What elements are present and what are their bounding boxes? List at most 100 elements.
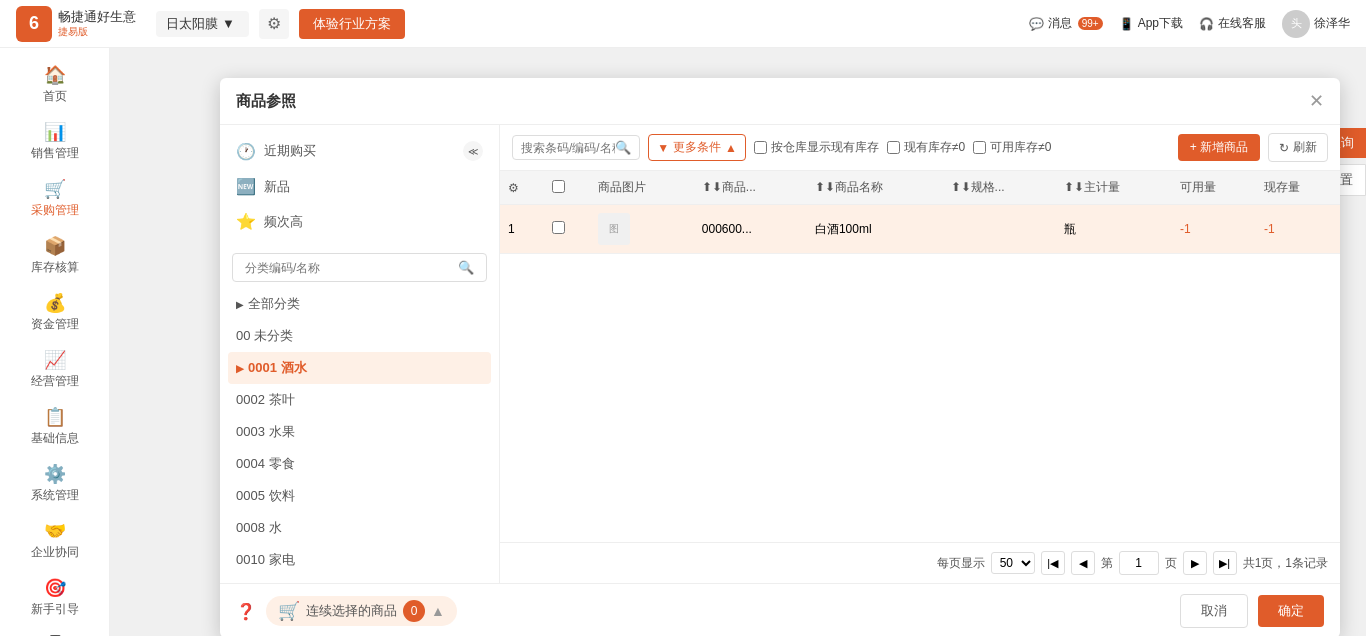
category-fruit[interactable]: 0003 水果 — [228, 416, 491, 448]
td-image: 图 — [590, 205, 693, 254]
sidebar-item-basic-info[interactable]: 📋 基础信息 — [0, 398, 109, 455]
td-code: 000600... — [694, 205, 807, 254]
last-page-button[interactable]: ▶| — [1213, 551, 1237, 575]
basic-info-icon: 📋 — [44, 406, 66, 428]
goods-table-wrap: ⚙ 商品图片 ⬆⬇商品... ⬆⬇商品名称 — [500, 171, 1340, 542]
help-icon[interactable]: ❓ — [236, 602, 256, 621]
recent-purchase-nav[interactable]: 🕐 近期购买 ≪ — [220, 133, 499, 169]
td-unit: 瓶 — [1056, 205, 1172, 254]
app-download-btn[interactable]: 📱 App下载 — [1119, 15, 1183, 32]
checkbox-available-stock[interactable]: 可用库存≠0 — [973, 139, 1051, 156]
new-icon: 🆕 — [236, 177, 256, 196]
th-available: 可用量 — [1172, 171, 1256, 205]
per-page-select[interactable]: 50 — [991, 552, 1035, 574]
checkbox-by-warehouse[interactable]: 按仓库显示现有库存 — [754, 139, 879, 156]
checkbox-current-stock[interactable]: 现有库存≠0 — [887, 139, 965, 156]
sidebar-item-home[interactable]: 🏠 首页 — [0, 56, 109, 113]
trial-button[interactable]: 体验行业方案 — [299, 9, 405, 39]
sidebar-item-purchase[interactable]: 🛒 采购管理 — [0, 170, 109, 227]
th-unit[interactable]: ⬆⬇主计量 — [1056, 171, 1172, 205]
sidebar-item-sales[interactable]: 📊 销售管理 — [0, 113, 109, 170]
td-stock: -1 — [1256, 205, 1340, 254]
category-appliances[interactable]: 0010 家电 — [228, 544, 491, 576]
table-row[interactable]: 1 图 000600... 白酒100ml 瓶 -1 — [500, 205, 1340, 254]
category-tea[interactable]: 0002 茶叶 — [228, 384, 491, 416]
td-checkbox[interactable] — [544, 205, 591, 254]
next-page-button[interactable]: ▶ — [1183, 551, 1207, 575]
category-water[interactable]: 0008 水 — [228, 512, 491, 544]
cart-icon: 🛒 — [278, 600, 300, 622]
guide-icon: 🎯 — [44, 577, 66, 599]
modal-close-button[interactable]: ✕ — [1309, 90, 1324, 112]
add-goods-button[interactable]: + 新增商品 — [1178, 134, 1260, 161]
cart-area[interactable]: 🛒 连续选择的商品 0 ▲ — [266, 596, 457, 626]
more-filter-button[interactable]: ▼ 更多条件 ▲ — [648, 134, 746, 161]
logo-text: 畅捷通好生意 捷易版 — [58, 9, 136, 39]
inventory-icon: 📦 — [44, 235, 66, 257]
category-all[interactable]: ▶ 全部分类 — [228, 288, 491, 320]
th-name[interactable]: ⬆⬇商品名称 — [807, 171, 943, 205]
category-unclassified[interactable]: 00 未分类 — [228, 320, 491, 352]
sidebar-item-finance[interactable]: 💰 资金管理 — [0, 284, 109, 341]
th-spec[interactable]: ⬆⬇规格... — [943, 171, 1056, 205]
sidebar-item-system[interactable]: ⚙️ 系统管理 — [0, 455, 109, 512]
recent-icon: 🕐 — [236, 142, 256, 161]
prev-page-button[interactable]: ◀ — [1071, 551, 1095, 575]
settings-icon[interactable]: ⚙ — [259, 9, 289, 39]
category-list: ▶ 全部分类 00 未分类 ▶ 0001 酒水 0002 茶叶 — [220, 288, 499, 576]
home-icon: 🏠 — [44, 64, 66, 86]
th-code[interactable]: ⬆⬇商品... — [694, 171, 807, 205]
expand-icon[interactable]: ▲ — [431, 603, 445, 619]
modal-footer: ❓ 🛒 连续选择的商品 0 ▲ 取消 确定 — [220, 583, 1340, 636]
cancel-button[interactable]: 取消 — [1180, 594, 1248, 628]
sidebar-item-enterprise[interactable]: 🤝 企业协同 — [0, 512, 109, 569]
sidebar-item-inventory[interactable]: 📦 库存核算 — [0, 227, 109, 284]
refresh-button[interactable]: ↻ 刷新 — [1268, 133, 1328, 162]
th-checkbox[interactable] — [544, 171, 591, 205]
category-snacks[interactable]: 0004 零食 — [228, 448, 491, 480]
refresh-icon: ↻ — [1279, 141, 1289, 155]
td-name: 白酒100ml — [807, 205, 943, 254]
th-stock: 现存量 — [1256, 171, 1340, 205]
new-goods-nav[interactable]: 🆕 新品 — [220, 169, 499, 204]
pagination: 每页显示 50 |◀ ◀ 第 页 ▶ ▶| 共1页，1条记录 — [500, 542, 1340, 583]
td-spec — [943, 205, 1056, 254]
collapse-button[interactable]: ≪ — [463, 141, 483, 161]
sidebar-item-guide[interactable]: 🎯 新手引导 — [0, 569, 109, 626]
category-search-input[interactable] — [245, 261, 458, 275]
user-avatar[interactable]: 头 徐泽华 — [1282, 10, 1350, 38]
th-image: 商品图片 — [590, 171, 693, 205]
first-page-button[interactable]: |◀ — [1041, 551, 1065, 575]
high-freq-nav[interactable]: ⭐ 频次高 — [220, 204, 499, 239]
goods-reference-modal: 商品参照 ✕ 🕐 近期购买 ≪ 🆕 新品 ⭐ — [220, 78, 1340, 636]
goods-search-wrap[interactable]: 🔍 — [512, 135, 640, 160]
main-area: 查询 设置 商品参照 ✕ 🕐 近期购买 ≪ 🆕 — [110, 48, 1366, 636]
category-drinks[interactable]: 0005 饮料 — [228, 480, 491, 512]
page-input[interactable] — [1119, 551, 1159, 575]
sales-icon: 📊 — [44, 121, 66, 143]
sidebar-item-apps[interactable]: 📱 应用中心 — [0, 626, 109, 636]
modal-title: 商品参照 — [236, 92, 296, 111]
sidebar: 🏠 首页 📊 销售管理 🛒 采购管理 📦 库存核算 💰 资金管理 📈 经营管理 … — [0, 48, 110, 636]
show-disabled-area[interactable]: 显示停用 — [220, 576, 499, 583]
sidebar-item-business[interactable]: 📈 经营管理 — [0, 341, 109, 398]
online-service-btn[interactable]: 🎧 在线客服 — [1199, 15, 1266, 32]
toolbar: 🔍 ▼ 更多条件 ▲ 按仓库显示现有库存 — [500, 125, 1340, 171]
system-icon: ⚙️ — [44, 463, 66, 485]
modal-header: 商品参照 ✕ — [220, 78, 1340, 125]
confirm-button[interactable]: 确定 — [1258, 595, 1324, 627]
goods-search-input[interactable] — [521, 141, 615, 155]
messages-btn[interactable]: 💬 消息 99+ — [1029, 15, 1103, 32]
finance-icon: 💰 — [44, 292, 66, 314]
left-panel: 🕐 近期购买 ≪ 🆕 新品 ⭐ 频次高 🔍 — [220, 125, 500, 583]
th-settings[interactable]: ⚙ — [500, 171, 544, 205]
store-selector[interactable]: 日太阳膜 ▼ — [156, 11, 249, 37]
category-liquor[interactable]: ▶ 0001 酒水 — [228, 352, 491, 384]
nav-right: 💬 消息 99+ 📱 App下载 🎧 在线客服 头 徐泽华 — [1029, 10, 1350, 38]
td-index: 1 — [500, 205, 544, 254]
category-search-bar[interactable]: 🔍 — [232, 253, 487, 282]
logo-area: 6 畅捷通好生意 捷易版 — [16, 6, 136, 42]
top-navigation: 6 畅捷通好生意 捷易版 日太阳膜 ▼ ⚙ 体验行业方案 💬 消息 99+ 📱 … — [0, 0, 1366, 48]
goods-table: ⚙ 商品图片 ⬆⬇商品... ⬆⬇商品名称 — [500, 171, 1340, 254]
logo-icon: 6 — [16, 6, 52, 42]
